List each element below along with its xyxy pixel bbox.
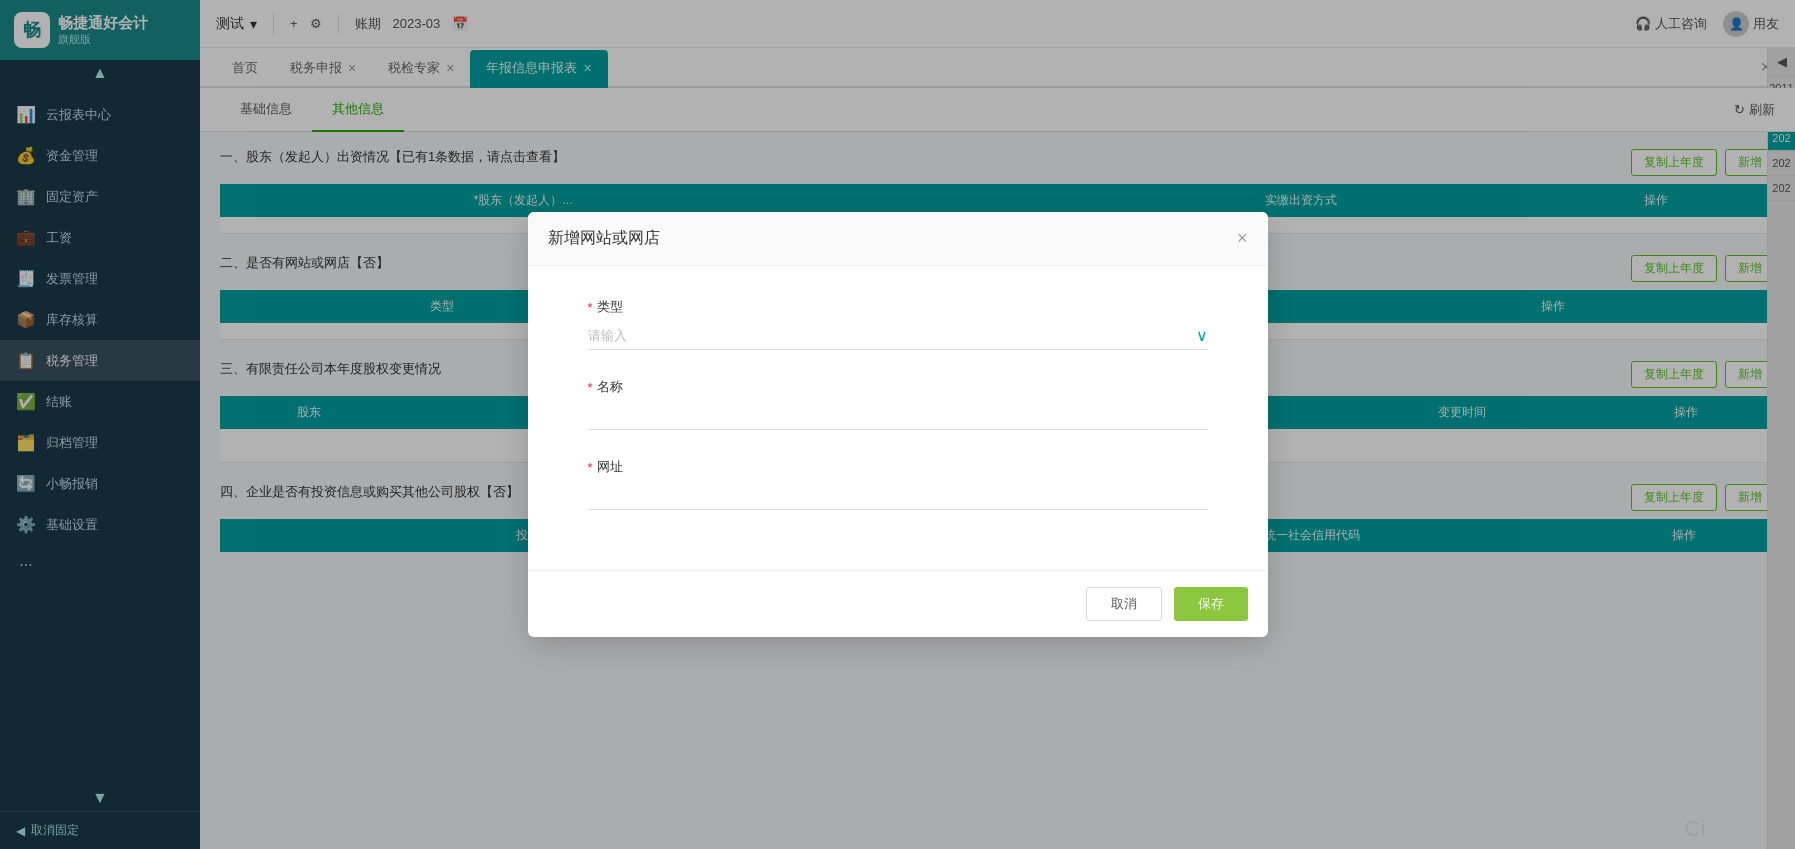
name-label: * 名称 xyxy=(588,378,623,396)
type-label: * 类型 xyxy=(588,298,623,316)
type-input[interactable] xyxy=(588,322,1208,349)
cancel-button[interactable]: 取消 xyxy=(1086,587,1162,621)
dialog-footer: 取消 保存 xyxy=(528,570,1268,637)
url-field: * 网址 xyxy=(588,458,1208,510)
name-required: * xyxy=(588,380,593,395)
name-label-text: 名称 xyxy=(597,378,623,396)
type-required: * xyxy=(588,300,593,315)
url-required: * xyxy=(588,460,593,475)
type-field: * 类型 ∨ xyxy=(588,298,1208,350)
dialog-close-btn[interactable]: × xyxy=(1237,228,1248,249)
url-label: * 网址 xyxy=(588,458,623,476)
save-button[interactable]: 保存 xyxy=(1174,587,1248,621)
name-input-wrap xyxy=(588,402,1208,430)
type-label-text: 类型 xyxy=(597,298,623,316)
add-website-dialog: 新增网站或网店 × * 类型 ∨ * 名称 xyxy=(528,212,1268,637)
dialog-header: 新增网站或网店 × xyxy=(528,212,1268,266)
name-field: * 名称 xyxy=(588,378,1208,430)
dialog-title: 新增网站或网店 xyxy=(548,228,660,249)
name-input[interactable] xyxy=(588,402,1208,429)
modal-overlay: 新增网站或网店 × * 类型 ∨ * 名称 xyxy=(0,0,1795,849)
url-label-text: 网址 xyxy=(597,458,623,476)
type-input-wrap: ∨ xyxy=(588,322,1208,350)
dialog-body: * 类型 ∨ * 名称 * xyxy=(528,266,1268,570)
url-input[interactable] xyxy=(588,482,1208,509)
url-input-wrap xyxy=(588,482,1208,510)
